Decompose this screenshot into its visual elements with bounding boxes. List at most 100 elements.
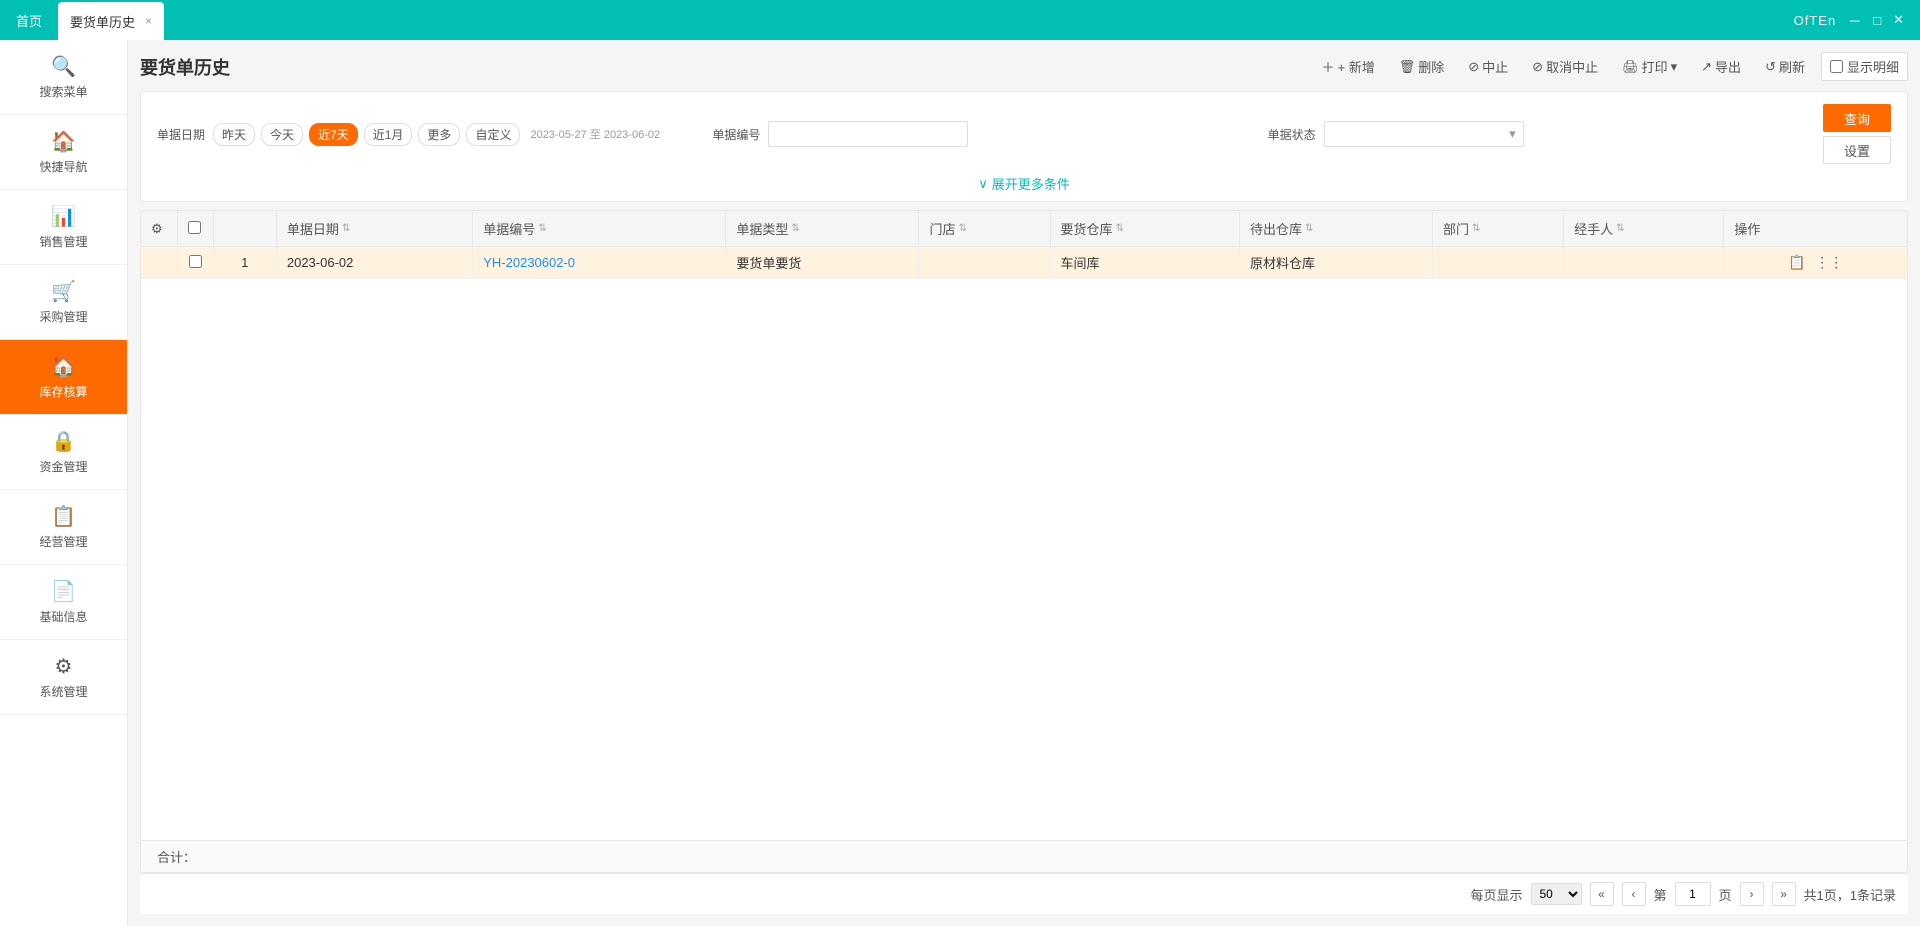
window-maximize-btn[interactable]: □: [1873, 13, 1881, 28]
delete-button[interactable]: 🗑 删除: [1391, 53, 1453, 80]
top-bar: 首页 要货单历史 × OfTEn － □ ✕: [0, 0, 1920, 40]
per-page-select[interactable]: 50 10 20 100: [1531, 883, 1582, 905]
page-label: 第: [1654, 885, 1667, 904]
expand-more-icon: ∨: [978, 176, 988, 192]
sidebar-icon-search-menu: 🔍: [51, 54, 76, 79]
row-doc-type: 要货单要货: [726, 247, 919, 279]
date-filters: 昨天 今天 近7天 近1月 更多 自定义 2023-05-27 至 2023-0…: [213, 123, 688, 146]
table-container: ⚙ 单据日期 ⇅: [140, 210, 1908, 873]
toolbar: ＋ + 新增 🗑 删除 ⊘ 中止 ⊘ 取消中止 🖨 打印: [1313, 52, 1908, 81]
sidebar-icon-finance: 🔒: [51, 429, 76, 454]
th-checkbox: [177, 211, 213, 247]
page-header: 要货单历史 ＋ + 新增 🗑 删除 ⊘ 中止 ⊘ 取消中止: [140, 52, 1908, 81]
date-filter-yesterday[interactable]: 昨天: [213, 123, 255, 146]
expand-more-label: 展开更多条件: [992, 174, 1070, 193]
page-next-btn[interactable]: ›: [1740, 882, 1764, 906]
row-op: 📋 ⋮⋮: [1724, 247, 1907, 279]
data-table: ⚙ 单据日期 ⇅: [141, 211, 1907, 279]
settings-icon[interactable]: ⚙: [151, 221, 163, 236]
sidebar-item-operations[interactable]: 📋 经营管理: [0, 490, 127, 565]
new-button[interactable]: ＋ + 新增: [1313, 53, 1382, 80]
page-last-btn[interactable]: »: [1772, 882, 1796, 906]
tab-active-label: 要货单历史: [70, 12, 135, 31]
th-doc-date[interactable]: 单据日期 ⇅: [276, 211, 472, 247]
per-page-label: 每页显示: [1470, 885, 1522, 904]
expand-more-btn[interactable]: ∨ 展开更多条件: [157, 172, 1891, 193]
date-filter-custom[interactable]: 自定义: [466, 123, 520, 146]
sidebar-item-quick-nav[interactable]: 🏠 快捷导航: [0, 115, 127, 190]
sidebar-icon-inventory: 🏠: [51, 354, 76, 379]
sidebar-label-finance: 资金管理: [39, 458, 87, 475]
select-all-checkbox[interactable]: [188, 221, 201, 234]
row-op-edit-icon[interactable]: 📋: [1785, 252, 1808, 272]
date-filter-1month[interactable]: 近1月: [364, 123, 413, 146]
sidebar-item-inventory[interactable]: 🏠 库存核算: [0, 340, 127, 415]
doc-number-input[interactable]: [768, 121, 968, 147]
tab-active[interactable]: 要货单历史 ×: [58, 2, 164, 40]
pagination-bar: 每页显示 50 10 20 100 « ‹ 第 页 › » 共1页，1条记录: [140, 873, 1908, 914]
print-button[interactable]: 🖨 打印 ▾: [1614, 53, 1685, 80]
window-close-btn[interactable]: ✕: [1893, 12, 1904, 28]
sort-icon-pending-warehouse: ⇅: [1305, 223, 1313, 234]
table-head: ⚙ 单据日期 ⇅: [141, 211, 1907, 247]
query-button[interactable]: 查询: [1823, 104, 1891, 132]
sidebar-icon-purchase: 🛒: [51, 279, 76, 304]
sidebar-label-system: 系统管理: [39, 683, 87, 700]
refresh-button[interactable]: ↺ 刷新: [1757, 53, 1813, 80]
display-detail-checkbox[interactable]: [1830, 60, 1843, 73]
date-filter-more[interactable]: 更多: [418, 123, 460, 146]
th-pending-warehouse[interactable]: 待出仓库 ⇅: [1239, 211, 1432, 247]
stop-button[interactable]: ⊘ 中止: [1460, 53, 1516, 80]
doc-status-select[interactable]: [1324, 121, 1524, 147]
doc-number-link[interactable]: YH-20230602-0: [483, 255, 575, 270]
row-op-more-icon[interactable]: ⋮⋮: [1812, 252, 1846, 272]
sidebar-label-sales: 销售管理: [39, 233, 87, 250]
sidebar-item-finance[interactable]: 🔒 资金管理: [0, 415, 127, 490]
sidebar-label-operations: 经营管理: [39, 533, 87, 550]
date-filter-7days[interactable]: 近7天: [309, 123, 358, 146]
page-title: 要货单历史: [140, 54, 230, 80]
row-req-warehouse: 车间库: [1050, 247, 1239, 279]
refresh-icon: ↺: [1765, 59, 1776, 75]
th-doc-type[interactable]: 单据类型 ⇅: [726, 211, 919, 247]
cancel-stop-button[interactable]: ⊘ 取消中止: [1524, 53, 1606, 80]
sort-icon-type: ⇅: [791, 223, 799, 234]
display-detail-button[interactable]: 显示明细: [1821, 52, 1908, 81]
date-filter-today[interactable]: 今天: [261, 123, 303, 146]
th-department[interactable]: 部门 ⇅: [1433, 211, 1564, 247]
sidebar-item-system[interactable]: ⚙ 系统管理: [0, 640, 127, 715]
sidebar-label-quick-nav: 快捷导航: [39, 158, 87, 175]
sidebar-label-inventory: 库存核算: [39, 383, 87, 400]
row-pending-warehouse: 原材料仓库: [1239, 247, 1432, 279]
th-store[interactable]: 门店 ⇅: [919, 211, 1050, 247]
export-button[interactable]: ↗ 导出: [1693, 53, 1749, 80]
tab-close-icon[interactable]: ×: [145, 14, 152, 28]
sidebar-item-sales[interactable]: 📊 销售管理: [0, 190, 127, 265]
doc-status-label: 单据状态: [1268, 126, 1316, 143]
th-num: [213, 211, 276, 247]
table-scroll[interactable]: ⚙ 单据日期 ⇅: [141, 211, 1907, 840]
row-handler: [1564, 247, 1724, 279]
main-layout: 🔍 搜索菜单 🏠 快捷导航 📊 销售管理 🛒 采购管理 🏠 库存核算 🔒 资金管…: [0, 40, 1920, 926]
page-first-btn[interactable]: «: [1590, 882, 1614, 906]
setting-button[interactable]: 设置: [1823, 136, 1891, 164]
row-select-checkbox[interactable]: [189, 255, 202, 268]
th-handler[interactable]: 经手人 ⇅: [1564, 211, 1724, 247]
th-doc-number[interactable]: 单据编号 ⇅: [473, 211, 726, 247]
page-suffix: 页: [1719, 885, 1732, 904]
summary-label: 合计：: [157, 850, 196, 865]
sidebar-item-purchase[interactable]: 🛒 采购管理: [0, 265, 127, 340]
sidebar-icon-sales: 📊: [51, 204, 76, 229]
page-prev-btn[interactable]: ‹: [1622, 882, 1646, 906]
th-req-warehouse[interactable]: 要货仓库 ⇅: [1050, 211, 1239, 247]
th-operations: 操作: [1724, 211, 1907, 247]
th-settings: ⚙: [141, 211, 177, 247]
print-dropdown-icon: ▾: [1671, 59, 1678, 75]
table-body: 1 2023-06-02 YH-20230602-0 要货单要货 车间库 原材料…: [141, 247, 1907, 279]
sidebar-item-basic-info[interactable]: 📄 基础信息: [0, 565, 127, 640]
window-minimize-btn[interactable]: －: [1848, 11, 1861, 30]
sidebar-item-search-menu[interactable]: 🔍 搜索菜单: [0, 40, 127, 115]
page-input[interactable]: [1675, 882, 1711, 906]
doc-status-field: 单据状态: [1268, 121, 1799, 147]
tab-home[interactable]: 首页: [0, 0, 58, 40]
